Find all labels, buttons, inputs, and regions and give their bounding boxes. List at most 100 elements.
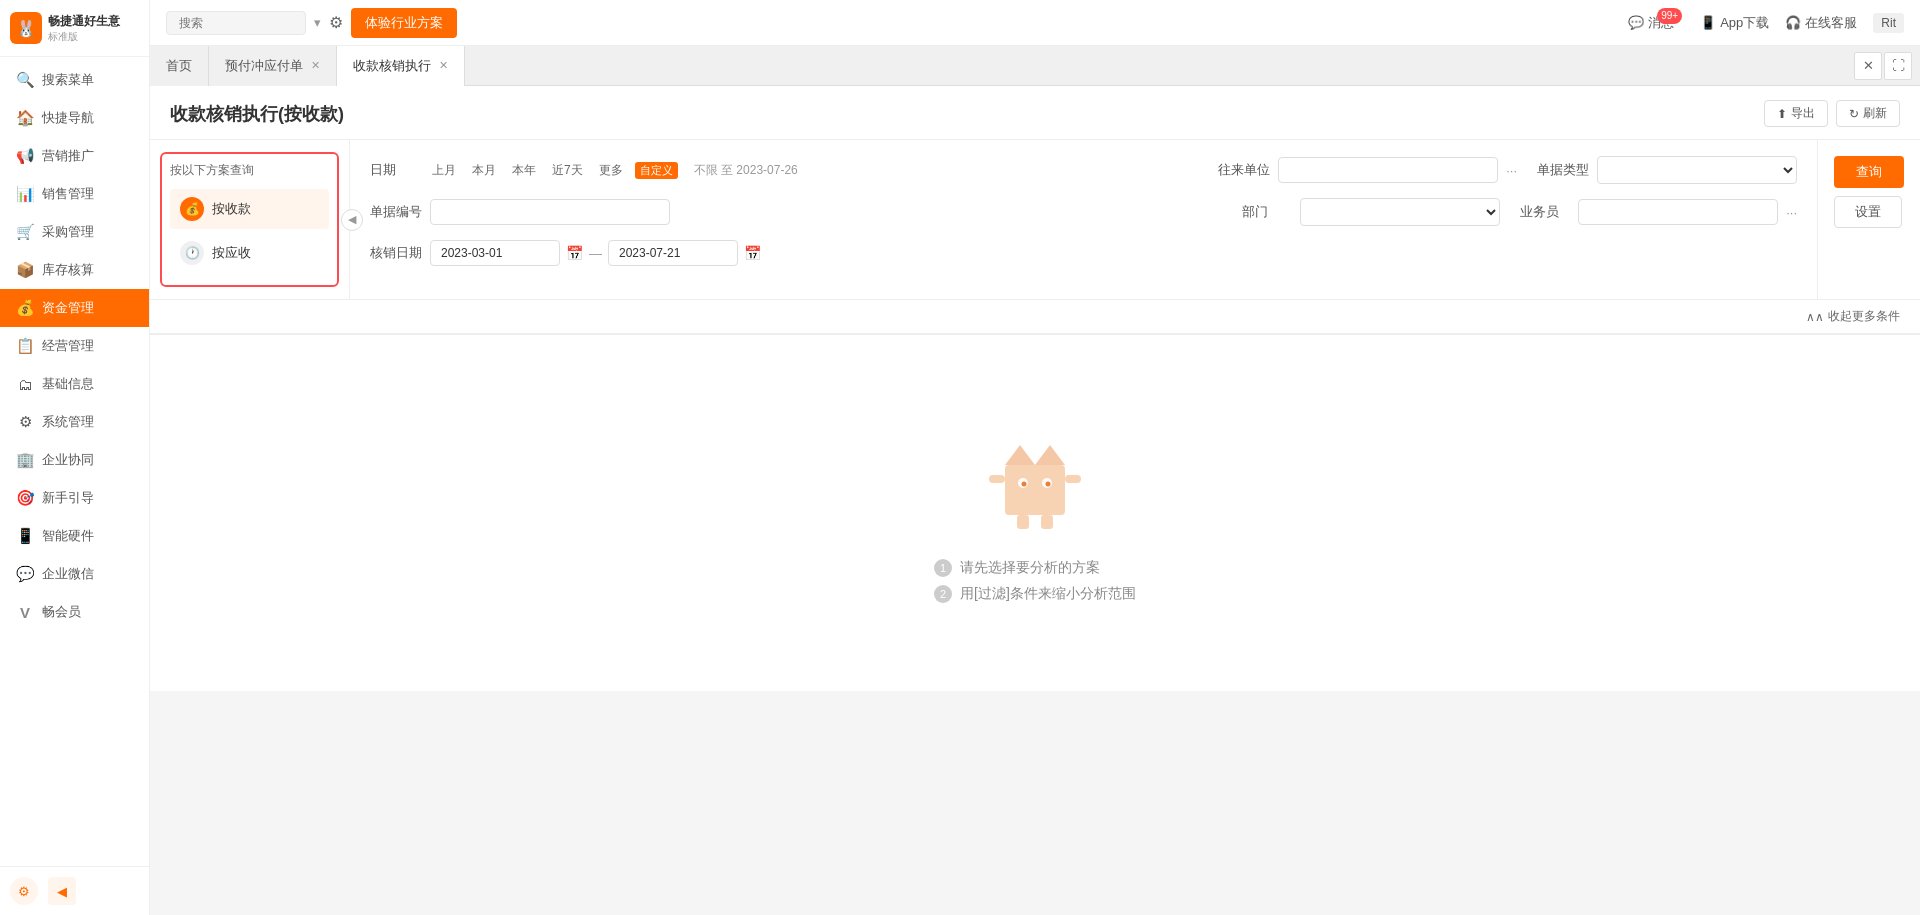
online-service-btn[interactable]: 🎧 在线客服 <box>1785 14 1857 32</box>
writeoff-date-group: 📅 — 📅 <box>430 240 761 266</box>
sidebar-item-label: 基础信息 <box>42 375 94 393</box>
refresh-btn[interactable]: ↻ 刷新 <box>1836 100 1900 127</box>
expand-tab-btn[interactable]: ⛶ <box>1884 52 1912 80</box>
export-btn[interactable]: ⬆ 导出 <box>1764 100 1828 127</box>
topbar-search-input[interactable] <box>166 11 306 35</box>
counterparty-label: 往来单位 <box>1218 161 1270 179</box>
calendar-start-icon[interactable]: 📅 <box>566 245 583 261</box>
svg-point-3 <box>1022 482 1027 487</box>
sidebar-item-operation[interactable]: 📋 经营管理 <box>0 327 149 365</box>
message-icon: 💬 <box>1628 15 1644 30</box>
filter-option-by-receipt[interactable]: 💰 按收款 <box>170 189 329 229</box>
settings-icon[interactable]: ⚙ <box>329 13 343 32</box>
date-more[interactable]: 更多 <box>595 160 627 181</box>
tab-prepay[interactable]: 预付冲应付单 ✕ <box>209 46 337 86</box>
settings-bottom-icon[interactable]: ⚙ <box>10 877 38 905</box>
tab-home-label: 首页 <box>166 57 192 75</box>
voucher-no-input[interactable] <box>430 199 670 225</box>
writeoff-date-end-input[interactable] <box>608 240 738 266</box>
filter-row-1: 日期 上月 本月 本年 近7天 更多 自定义 <box>370 156 1797 184</box>
sidebar-item-beginner[interactable]: 🎯 新手引导 <box>0 479 149 517</box>
voucher-type-field: 单据类型 <box>1537 156 1797 184</box>
sidebar-item-search-menu[interactable]: 🔍 搜索菜单 <box>0 61 149 99</box>
chevron-down-icon[interactable]: ▾ <box>314 15 321 30</box>
close-tab-btn[interactable]: ✕ <box>1854 52 1882 80</box>
sidebar-item-basic-info[interactable]: 🗂 基础信息 <box>0 365 149 403</box>
sidebar-item-system[interactable]: ⚙ 系统管理 <box>0 403 149 441</box>
date-last-7days[interactable]: 近7天 <box>548 160 587 181</box>
filter-area: 按以下方案查询 💰 按收款 🕐 按应收 ◀ <box>150 140 1920 300</box>
solution-btn[interactable]: 体验行业方案 <box>351 8 457 38</box>
sidebar-item-finance[interactable]: 💰 资金管理 <box>0 289 149 327</box>
svg-rect-8 <box>1041 515 1053 529</box>
dept-field: 部门 <box>1242 198 1500 226</box>
salesperson-label: 业务员 <box>1520 203 1570 221</box>
message-btn[interactable]: 💬 消息 99+ <box>1628 14 1674 32</box>
sidebar-item-inventory[interactable]: 📦 库存核算 <box>0 251 149 289</box>
sidebar-item-label: 搜索菜单 <box>42 71 94 89</box>
sidebar-item-label: 畅会员 <box>42 603 81 621</box>
box-icon: 📦 <box>16 261 34 279</box>
date-this-month[interactable]: 本月 <box>468 160 500 181</box>
sidebar-item-marketing[interactable]: 📢 营销推广 <box>0 137 149 175</box>
dept-select[interactable] <box>1300 198 1500 226</box>
collapse-more-conditions: ∧∧ 收起更多条件 <box>150 300 1920 334</box>
sidebar-item-corp-collab[interactable]: 🏢 企业协同 <box>0 441 149 479</box>
sidebar-item-purchase[interactable]: 🛒 采购管理 <box>0 213 149 251</box>
sidebar-item-label: 新手引导 <box>42 489 94 507</box>
app-edition: 标准版 <box>48 30 120 44</box>
collapse-btn[interactable]: ∧∧ 收起更多条件 <box>1806 308 1900 325</box>
sidebar: 🐰 畅捷通好生意 标准版 🔍 搜索菜单 🏠 快捷导航 📢 营销推广 📊 销售管理… <box>0 0 150 915</box>
collapse-sidebar-btn[interactable]: ◀ <box>48 877 76 905</box>
sidebar-item-label: 智能硬件 <box>42 527 94 545</box>
sidebar-item-label: 经营管理 <box>42 337 94 355</box>
chat-icon: 💬 <box>16 565 34 583</box>
collapse-label: 收起更多条件 <box>1828 308 1900 325</box>
svg-rect-6 <box>1065 475 1081 483</box>
phone-icon: 📱 <box>16 527 34 545</box>
svg-rect-0 <box>1005 465 1065 515</box>
empty-step-2: 2 用[过滤]条件来缩小分析范围 <box>934 585 1136 603</box>
setting-btn[interactable]: 设置 <box>1834 196 1902 228</box>
tab-writeoff-close[interactable]: ✕ <box>439 59 448 72</box>
download-icon: 📱 <box>1700 15 1716 30</box>
writeoff-date-field: 核销日期 📅 — 📅 <box>370 240 761 266</box>
tab-prepay-close[interactable]: ✕ <box>311 59 320 72</box>
online-service-label: 在线客服 <box>1805 14 1857 32</box>
query-btn[interactable]: 查询 <box>1834 156 1904 188</box>
sidebar-item-enterprise-wx[interactable]: 💬 企业微信 <box>0 555 149 593</box>
voucher-type-select[interactable] <box>1597 156 1797 184</box>
writeoff-date-start-input[interactable] <box>430 240 560 266</box>
empty-step-1: 1 请先选择要分析的方案 <box>934 559 1136 577</box>
refresh-icon: ↻ <box>1849 107 1859 121</box>
date-custom-badge[interactable]: 自定义 <box>635 162 678 179</box>
empty-illustration <box>975 415 1095 535</box>
app-logo-icon: 🐰 <box>10 12 42 44</box>
money-icon: 💰 <box>16 299 34 317</box>
page-header-actions: ⬆ 导出 ↻ 刷新 <box>1764 100 1900 139</box>
calendar-end-icon[interactable]: 📅 <box>744 245 761 261</box>
user-info[interactable]: Rit <box>1873 13 1904 33</box>
tab-writeoff[interactable]: 收款核销执行 ✕ <box>337 46 465 86</box>
date-last-month[interactable]: 上月 <box>428 160 460 181</box>
filter-collapse-toggle[interactable]: ◀ <box>341 209 363 231</box>
tab-home[interactable]: 首页 <box>150 46 209 86</box>
tab-writeoff-label: 收款核销执行 <box>353 57 431 75</box>
sidebar-item-quick-nav[interactable]: 🏠 快捷导航 <box>0 99 149 137</box>
app-download-label: App下载 <box>1720 14 1769 32</box>
salesperson-input[interactable] <box>1578 199 1778 225</box>
chevron-up-icon: ∧∧ <box>1806 310 1824 324</box>
app-download-btn[interactable]: 📱 App下载 <box>1700 14 1769 32</box>
sidebar-item-sales[interactable]: 📊 销售管理 <box>0 175 149 213</box>
svg-point-4 <box>1046 482 1051 487</box>
counterparty-input[interactable] <box>1278 157 1498 183</box>
sidebar-item-vip[interactable]: V 畅会员 <box>0 593 149 631</box>
sidebar-item-smart-hw[interactable]: 📱 智能硬件 <box>0 517 149 555</box>
empty-steps: 1 请先选择要分析的方案 2 用[过滤]条件来缩小分析范围 <box>934 559 1136 611</box>
sidebar-item-label: 企业微信 <box>42 565 94 583</box>
counterparty-more-btn[interactable]: ··· <box>1506 163 1517 178</box>
date-to: 至 2023-07-26 <box>721 163 798 177</box>
filter-option-by-receivable[interactable]: 🕐 按应收 <box>170 233 329 273</box>
salesperson-more-btn[interactable]: ··· <box>1786 205 1797 220</box>
date-this-year[interactable]: 本年 <box>508 160 540 181</box>
